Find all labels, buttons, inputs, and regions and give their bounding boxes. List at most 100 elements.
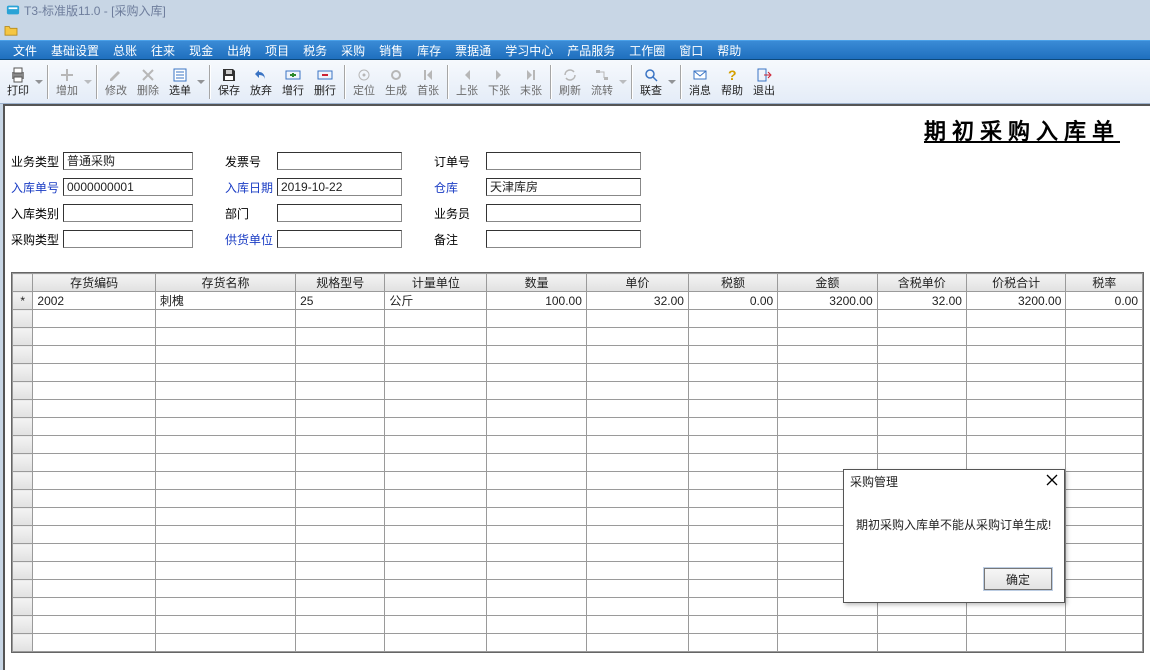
tb-discard[interactable]: 放弃 [245,62,277,102]
table-row[interactable] [13,310,1143,328]
menu-tax[interactable]: 税务 [296,42,334,59]
tb-select-dropdown[interactable] [196,62,206,102]
col-qty[interactable]: 数量 [487,274,586,292]
dialog-purchase-mgmt: 采购管理 期初采购入库单不能从采购订单生成! 确定 [843,469,1065,603]
menu-cash[interactable]: 现金 [182,42,220,59]
lbl-invoice-no: 发票号 [225,153,277,170]
tb-exit[interactable]: 退出 [748,62,780,102]
col-unit[interactable]: 计量单位 [385,274,487,292]
tb-locate[interactable]: 定位 [348,62,380,102]
table-row[interactable] [13,364,1143,382]
dialog-message: 期初采购入库单不能从采购订单生成! [856,516,1052,556]
table-row[interactable] [13,346,1143,364]
menu-window[interactable]: 窗口 [672,42,710,59]
tb-prev[interactable]: 上张 [451,62,483,102]
lbl-clerk: 业务员 [434,205,486,222]
field-invoice-no[interactable] [277,152,402,170]
table-row[interactable] [13,634,1143,652]
col-tax[interactable]: 税额 [688,274,777,292]
field-order-no[interactable] [486,152,641,170]
row-plus-icon [285,67,301,83]
lbl-warehouse[interactable]: 仓库 [434,179,486,196]
menu-project[interactable]: 项目 [258,42,296,59]
menu-cashier[interactable]: 出纳 [220,42,258,59]
field-clerk[interactable] [486,204,641,222]
tb-link-dropdown[interactable] [667,62,677,102]
tb-first[interactable]: 首张 [412,62,444,102]
col-code[interactable]: 存货编码 [33,274,155,292]
menu-help[interactable]: 帮助 [710,42,748,59]
window-title-bar: T3-标准版11.0 - [采购入库] [0,0,1150,20]
field-supplier[interactable] [277,230,402,248]
tb-delete[interactable]: 删除 [132,62,164,102]
lbl-in-date[interactable]: 入库日期 [225,179,277,196]
tb-select[interactable]: 选单 [164,62,196,102]
dialog-ok-button[interactable]: 确定 [984,568,1052,590]
tb-addrow[interactable]: 增行 [277,62,309,102]
table-row[interactable] [13,436,1143,454]
field-buy-type[interactable] [63,230,193,248]
tb-flow[interactable]: 流转 [586,62,618,102]
tb-link[interactable]: 联查 [635,62,667,102]
tb-message[interactable]: 消息 [684,62,716,102]
field-in-no[interactable]: 0000000001 [63,178,193,196]
tb-sep [680,65,681,99]
tb-add-dropdown[interactable] [83,62,93,102]
folder-icon [4,24,18,36]
table-row[interactable]: *2002刺槐25公斤100.0032.000.003200.0032.0032… [13,292,1143,310]
tb-add[interactable]: 增加 [51,62,83,102]
table-row[interactable] [13,382,1143,400]
tb-save[interactable]: 保存 [213,62,245,102]
menu-gl[interactable]: 总账 [106,42,144,59]
table-row[interactable] [13,418,1143,436]
lbl-supplier[interactable]: 供货单位 [225,231,277,248]
tb-delrow[interactable]: 删行 [309,62,341,102]
col-amount[interactable]: 金额 [778,274,877,292]
tb-last[interactable]: 末张 [515,62,547,102]
tb-sep [344,65,345,99]
dialog-close-button[interactable] [1046,474,1058,489]
col-price[interactable]: 单价 [586,274,688,292]
field-warehouse[interactable]: 天津库房 [486,178,641,196]
menu-workspace[interactable]: 工作圈 [622,42,672,59]
tb-edit[interactable]: 修改 [100,62,132,102]
tb-print[interactable]: 打印 [2,62,34,102]
tb-print-dropdown[interactable] [34,62,44,102]
tb-flow-dropdown[interactable] [618,62,628,102]
menu-basic[interactable]: 基础设置 [44,42,106,59]
menu-file[interactable]: 文件 [6,42,44,59]
field-in-date[interactable]: 2019-10-22 [277,178,402,196]
secondary-title-strip [0,20,1150,40]
table-row[interactable] [13,616,1143,634]
last-icon [523,67,539,83]
col-name[interactable]: 存货名称 [155,274,295,292]
field-dept[interactable] [277,204,402,222]
menu-purchase[interactable]: 采购 [334,42,372,59]
menu-bill[interactable]: 票据通 [448,42,498,59]
tb-next[interactable]: 下张 [483,62,515,102]
tb-sep [209,65,210,99]
field-in-kind[interactable] [63,204,193,222]
table-row[interactable] [13,400,1143,418]
col-rate[interactable]: 税率 [1066,274,1143,292]
undo-icon [253,67,269,83]
menu-service[interactable]: 产品服务 [560,42,622,59]
menu-arap[interactable]: 往来 [144,42,182,59]
field-business-type[interactable]: 普通采购 [63,152,193,170]
flow-icon [594,67,610,83]
help-icon: ? [724,67,740,83]
col-spec[interactable]: 规格型号 [296,274,385,292]
menu-stock[interactable]: 库存 [410,42,448,59]
col-taxprice[interactable]: 含税单价 [877,274,966,292]
field-remark[interactable] [486,230,641,248]
lbl-in-no[interactable]: 入库单号 [11,179,63,196]
tb-help[interactable]: ?帮助 [716,62,748,102]
table-row[interactable] [13,328,1143,346]
menu-sales[interactable]: 销售 [372,42,410,59]
tb-sep [447,65,448,99]
menu-learn[interactable]: 学习中心 [498,42,560,59]
tb-generate[interactable]: 生成 [380,62,412,102]
tb-refresh[interactable]: 刷新 [554,62,586,102]
col-total[interactable]: 价税合计 [966,274,1065,292]
lbl-buy-type: 采购类型 [11,231,63,248]
